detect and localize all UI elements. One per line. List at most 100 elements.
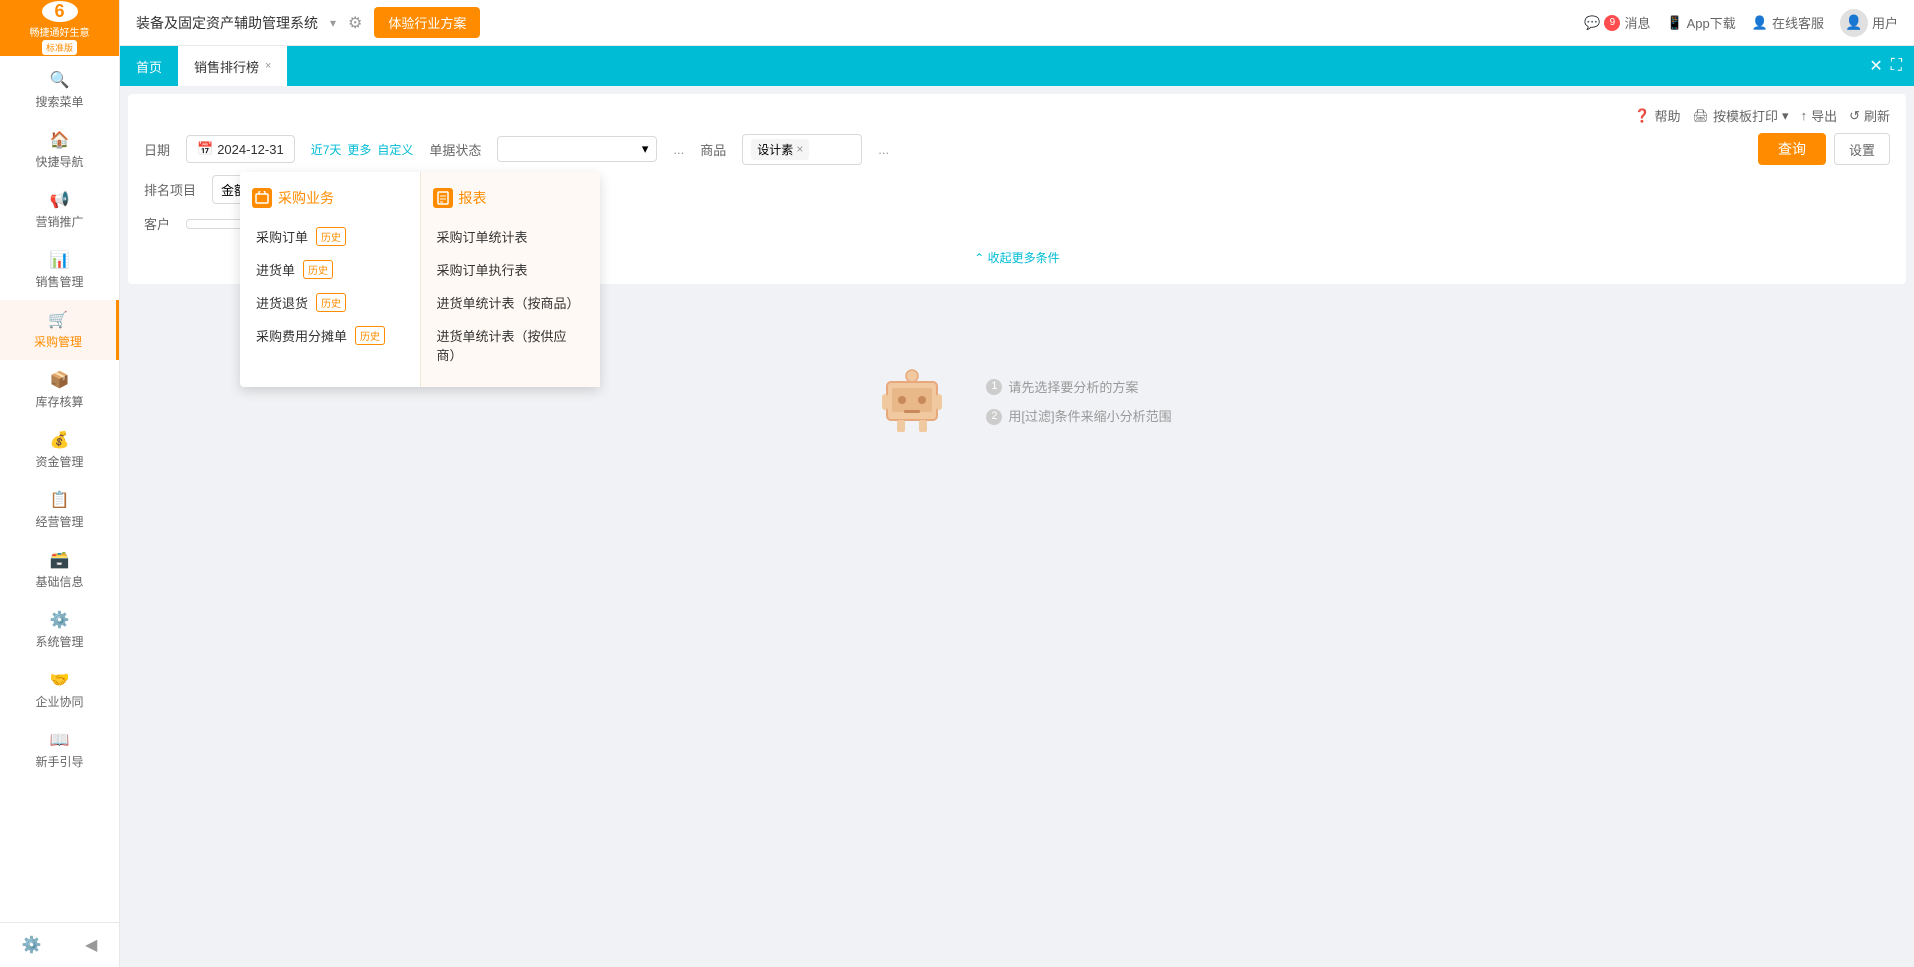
service-icon: 👤 (1752, 15, 1768, 31)
dropdown-item-inbound-supplier[interactable]: 进货单统计表（按供应商） (433, 319, 589, 371)
search-nav-icon: 🔍 (50, 70, 70, 90)
basic-icon: 🗃️ (50, 550, 70, 570)
print-label: 按模板打印 (1713, 106, 1778, 125)
refresh-icon: ↺ (1849, 108, 1860, 124)
sidebar-item-search-label: 搜索菜单 (35, 93, 83, 110)
status-filter[interactable]: ▾ (497, 136, 657, 162)
dropdown-item-order-stats[interactable]: 采购订单统计表 (433, 220, 589, 253)
sidebar-item-marketing[interactable]: 📢 营销推广 (0, 180, 119, 240)
step1-text: 请先选择要分析的方案 (1008, 376, 1138, 399)
status-dots[interactable]: ... (673, 142, 684, 157)
purchase-order-hist[interactable]: 历史 (316, 227, 346, 246)
print-button[interactable]: 🖨 按模板打印 ▾ (1693, 106, 1789, 125)
sidebar-item-system-label: 系统管理 (35, 633, 83, 650)
industry-solution-button[interactable]: 体验行业方案 (374, 7, 480, 38)
topbar-dropdown-arrow[interactable]: ▾ (330, 16, 336, 30)
date-link-7days[interactable]: 近7天 (311, 141, 342, 158)
topbar-title: 装备及固定资产辅助管理系统 (136, 13, 318, 33)
goods-tag: 设计素 × (751, 139, 809, 160)
sidebar-item-quicknav-label: 快捷导航 (35, 153, 83, 170)
dropdown-item-return[interactable]: 进货退货 历史 (252, 286, 408, 319)
sidebar-item-enterprise-label: 企业协同 (35, 693, 83, 710)
inbound-hist[interactable]: 历史 (303, 260, 333, 279)
dropdown-item-expense[interactable]: 采购费用分摊单 历史 (252, 319, 408, 352)
sidebar-settings-icon[interactable]: ⚙️ (22, 935, 42, 955)
calendar-icon: 📅 (197, 141, 213, 157)
sidebar-item-quicknav[interactable]: 🏠 快捷导航 (0, 120, 119, 180)
tab-close-icon[interactable]: × (265, 60, 271, 72)
topbar-user[interactable]: 👤 用户 (1840, 9, 1898, 37)
setting-button[interactable]: 设置 (1834, 133, 1890, 165)
guide-icon: 📖 (50, 730, 70, 750)
tab-bar-controls: ✕ ⛶ (1869, 56, 1914, 76)
topbar-gear-icon[interactable]: ⚙ (348, 13, 362, 33)
sidebar-item-purchase-label: 采购管理 (34, 333, 82, 350)
dropdown-item-inbound-goods[interactable]: 进货单统计表（按商品） (433, 286, 589, 319)
topbar-online-service[interactable]: 👤 在线客服 (1752, 13, 1824, 32)
message-badge: 9 (1604, 15, 1620, 31)
customer-label: 客户 (144, 214, 170, 233)
sidebar-item-finance[interactable]: 💰 资金管理 (0, 420, 119, 480)
sidebar-nav: 🔍 搜索菜单 🏠 快捷导航 📢 营销推广 📊 销售管理 🛒 采购管理 📦 (0, 56, 119, 922)
sidebar-item-search[interactable]: 🔍 搜索菜单 (0, 60, 119, 120)
sidebar-item-guide[interactable]: 📖 新手引导 (0, 720, 119, 780)
tab-sales-ranking-label: 销售排行榜 (194, 57, 259, 76)
user-avatar: 👤 (1840, 9, 1868, 37)
tab-close-all-icon[interactable]: ✕ (1869, 56, 1882, 76)
sidebar-item-guide-label: 新手引导 (35, 753, 83, 770)
dropdown-report-header: 报表 (433, 188, 589, 208)
return-hist[interactable]: 历史 (316, 293, 346, 312)
robot-svg (862, 352, 962, 452)
sidebar-item-purchase[interactable]: 🛒 采购管理 (0, 300, 119, 360)
goods-label: 商品 (700, 140, 726, 159)
export-icon: ↑ (1801, 108, 1808, 123)
goods-tag-remove[interactable]: × (796, 142, 803, 156)
tab-sales-ranking[interactable]: 销售排行榜 × (178, 46, 287, 86)
purchase-icon: 🛒 (48, 310, 68, 330)
operations-icon: 📋 (50, 490, 70, 510)
dropdown-report-title: 报表 (459, 188, 487, 208)
main-area: 装备及固定资产辅助管理系统 ▾ ⚙ 体验行业方案 💬 9 消息 📱 App下载 … (120, 0, 1914, 967)
sidebar-item-enterprise[interactable]: 🤝 企业协同 (0, 660, 119, 720)
content-area: ❓ 帮助 🖨 按模板打印 ▾ ↑ 导出 ↺ (120, 86, 1914, 967)
sidebar-collapse-icon[interactable]: ◀ (85, 935, 97, 955)
sidebar-item-marketing-label: 营销推广 (35, 213, 83, 230)
sidebar-item-operations-label: 经营管理 (35, 513, 83, 530)
refresh-label: 刷新 (1864, 106, 1890, 125)
goods-dots[interactable]: ... (878, 142, 889, 157)
tab-home[interactable]: 首页 (120, 46, 178, 86)
topbar-app-download[interactable]: 📱 App下载 (1666, 13, 1735, 32)
sidebar-item-basic[interactable]: 🗃️ 基础信息 (0, 540, 119, 600)
sales-icon: 📊 (50, 250, 70, 270)
sidebar: 6 畅捷通好生意 标准版 🔍 搜索菜单 🏠 快捷导航 📢 营销推广 📊 销售管理 (0, 0, 120, 967)
date-range-input[interactable]: 📅 2024-12-31 (186, 135, 295, 163)
topbar-message[interactable]: 💬 9 消息 (1584, 13, 1650, 32)
sidebar-bottom: ⚙️ ◀ (0, 922, 119, 967)
sidebar-item-operations[interactable]: 📋 经营管理 (0, 480, 119, 540)
dropdown-inner: 采购业务 采购订单 历史 进货单 历史 进货退货 历史 (240, 172, 600, 387)
help-label: 帮助 (1654, 106, 1680, 125)
dropdown-item-order-exec[interactable]: 采购订单执行表 (433, 253, 589, 286)
help-button[interactable]: ❓ 帮助 (1634, 106, 1680, 125)
date-link-custom[interactable]: 自定义 (377, 141, 413, 158)
query-button[interactable]: 查询 (1758, 133, 1826, 165)
return-label: 进货退货 (256, 293, 308, 312)
order-stats-label: 采购订单统计表 (437, 227, 528, 246)
export-label: 导出 (1811, 106, 1837, 125)
date-link-more[interactable]: 更多 (347, 141, 371, 158)
sidebar-item-sales[interactable]: 📊 销售管理 (0, 240, 119, 300)
user-avatar-icon: 👤 (1845, 14, 1862, 31)
expense-hist[interactable]: 历史 (355, 326, 385, 345)
refresh-button[interactable]: ↺ 刷新 (1849, 106, 1890, 125)
goods-filter[interactable]: 设计素 × (742, 134, 862, 165)
dropdown-item-purchase-order[interactable]: 采购订单 历史 (252, 220, 408, 253)
dropdown-item-inbound[interactable]: 进货单 历史 (252, 253, 408, 286)
purchase-header-icon (252, 188, 272, 208)
sidebar-item-system[interactable]: ⚙️ 系统管理 (0, 600, 119, 660)
tab-expand-icon[interactable]: ⛶ (1891, 57, 1902, 75)
empty-text: 1 请先选择要分析的方案 2 用[过滤]条件来缩小分析范围 (986, 376, 1171, 429)
sidebar-item-inventory[interactable]: 📦 库存核算 (0, 360, 119, 420)
export-button[interactable]: ↑ 导出 (1801, 106, 1838, 125)
dropdown-purchase-header: 采购业务 (252, 188, 408, 208)
logo-icon: 6 (42, 1, 78, 22)
